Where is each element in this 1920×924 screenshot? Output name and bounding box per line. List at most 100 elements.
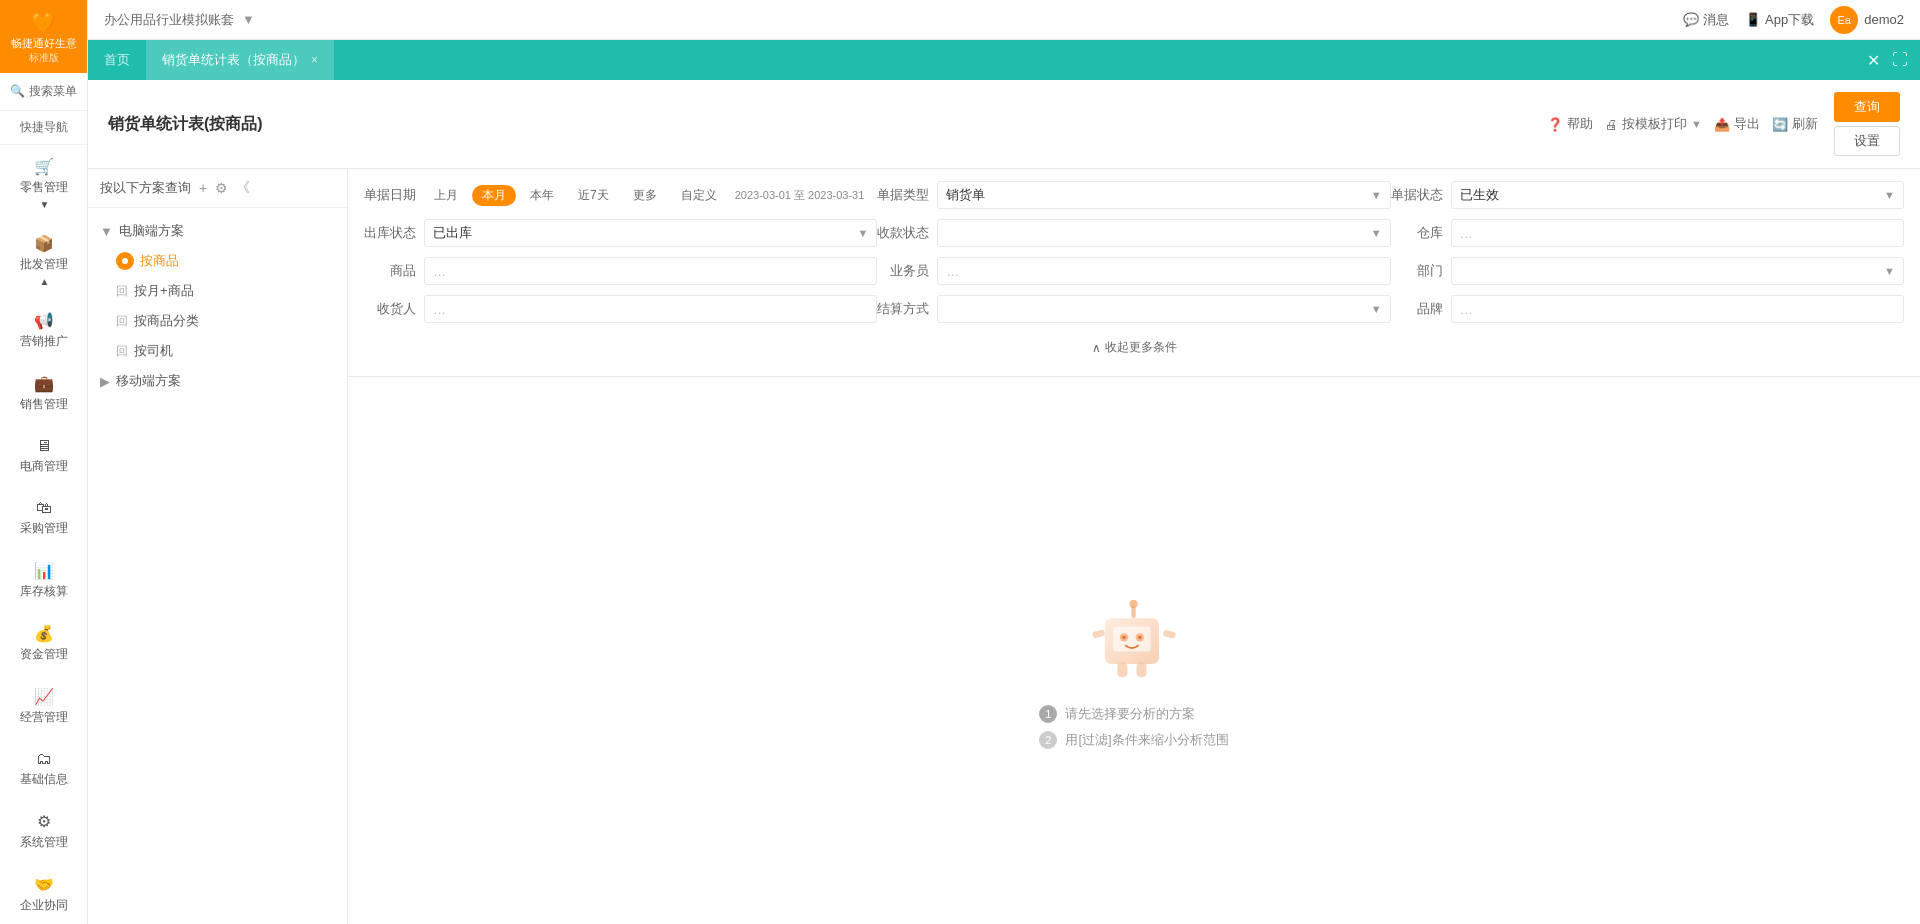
svg-rect-11 [1137,662,1147,677]
refresh-btn[interactable]: 🔄 刷新 [1772,115,1818,133]
doctype-label: 单据类型 [877,186,937,204]
date-tab-custom[interactable]: 自定义 [671,185,727,206]
sidebar-item-finance[interactable]: 💰 资金管理 [0,612,87,675]
scheme-tree: ▼ 电脑端方案 按商品 回 按月+商品 [88,208,347,404]
app-logo[interactable]: 🧡 畅捷通好生意 标准版 [0,0,87,73]
filter-results-area: 单据日期 上月 本月 本年 近7天 更多 自定义 2023-03-01 至 20… [348,169,1920,924]
user-menu[interactable]: Ea demo2 [1830,6,1904,34]
scheme-active-dot [116,252,134,270]
scheme-item-category[interactable]: 回 按商品分类 [104,306,347,336]
scheme-collapse-icon[interactable]: 《 [236,179,250,197]
date-tab-this-month[interactable]: 本月 [472,185,516,206]
sidebar-search[interactable]: 🔍 搜索菜单 [0,73,87,111]
sidebar-item-operations[interactable]: 📈 经营管理 [0,675,87,738]
filter-receiver-cell: 收货人 … [364,295,877,323]
empty-state: 1 请先选择要分析的方案 2 用[过滤]条件来缩小分析范围 [348,377,1920,924]
filter-payment-cell: 收款状态 ▼ [877,219,1390,247]
step-1-text: 请先选择要分析的方案 [1065,705,1195,723]
sidebar-item-purchase[interactable]: 🛍 采购管理 [0,487,87,549]
tab-current-label: 销货单统计表（按商品） [162,51,305,69]
salesperson-label: 业务员 [877,262,937,280]
app-download-btn[interactable]: 📱 App下载 [1745,11,1814,29]
settings-button[interactable]: 设置 [1834,126,1900,156]
export-btn[interactable]: 📤 导出 [1714,115,1760,133]
date-tab-7days[interactable]: 近7天 [568,185,619,206]
system-icon: ⚙ [37,812,51,831]
scheme-item-month-goods[interactable]: 回 按月+商品 [104,276,347,306]
outstatus-select[interactable]: 已出库 ▼ [424,219,877,247]
filter-panel: 单据日期 上月 本月 本年 近7天 更多 自定义 2023-03-01 至 20… [348,169,1920,377]
operations-label: 经营管理 [20,709,68,726]
sidebar-item-retail[interactable]: 🛒 零售管理 ▼ [0,145,87,222]
sidebar-item-basic[interactable]: 🗂 基础信息 [0,738,87,800]
tab-bar: 首页 销货单统计表（按商品） × ✕ ⛶ [88,40,1920,80]
docstatus-select[interactable]: 已生效 ▼ [1451,181,1904,209]
sidebar-item-ecommerce[interactable]: 🖥 电商管理 [0,425,87,487]
dept-select[interactable]: ▼ [1451,257,1904,285]
sidebar-item-wholesale[interactable]: 📦 批发管理 ▲ [0,222,87,299]
receiver-input[interactable]: … [424,295,877,323]
app-label: App下载 [1765,11,1814,29]
filter-date-cell: 单据日期 上月 本月 本年 近7天 更多 自定义 2023-03-01 至 20… [364,181,877,209]
date-tab-more[interactable]: 更多 [623,185,667,206]
scheme-pc-group[interactable]: ▼ 电脑端方案 [88,216,347,246]
date-tab-last-month[interactable]: 上月 [424,185,468,206]
sidebar-item-enterprise[interactable]: 🤝 企业协同 [0,863,87,924]
message-btn[interactable]: 💬 消息 [1683,11,1729,29]
scheme-item-goods[interactable]: 按商品 [104,246,347,276]
tab-current[interactable]: 销货单统计表（按商品） × [146,40,334,80]
collapse-more-btn[interactable]: ∧ 收起更多条件 [364,331,1904,364]
retail-label: 零售管理 [20,179,68,196]
app-name: 畅捷通好生意 [11,37,77,49]
workspace-name: 办公用品行业模拟账套 [104,11,234,29]
doctype-select[interactable]: 销货单 ▼ [937,181,1390,209]
scheme-add-icon[interactable]: + [199,180,207,196]
warehouse-label: 仓库 [1391,224,1451,242]
docstatus-label: 单据状态 [1391,186,1451,204]
scheme-pc-label: 电脑端方案 [119,222,184,240]
paymethod-select[interactable]: ▼ [937,295,1390,323]
tab-home[interactable]: 首页 [88,40,146,80]
scheme-mobile-group[interactable]: ▶ 移动端方案 [88,366,347,396]
wholesale-arrow: ▲ [40,276,50,287]
basic-icon: 🗂 [36,750,52,768]
step-2-text: 用[过滤]条件来缩小分析范围 [1065,731,1228,749]
help-btn[interactable]: ❓ 帮助 [1547,115,1593,133]
filter-outstatus-cell: 出库状态 已出库 ▼ [364,219,877,247]
docstatus-value: 已生效 [1460,186,1499,204]
payment-select[interactable]: ▼ [937,219,1390,247]
sidebar-item-system[interactable]: ⚙ 系统管理 [0,800,87,863]
sidebar-quick-nav[interactable]: 快捷导航 [0,111,87,145]
sidebar-item-sales[interactable]: 💼 销售管理 [0,362,87,425]
main-area: 办公用品行业模拟账套 ▼ 💬 消息 📱 App下载 Ea demo2 首页 销货… [88,0,1920,924]
tab-close-all-btn[interactable]: ✕ [1863,47,1884,74]
warehouse-input[interactable]: … [1451,219,1904,247]
tab-home-label: 首页 [104,51,130,69]
dept-label: 部门 [1391,262,1451,280]
scheme-mobile-label: 移动端方案 [116,372,181,390]
salesperson-input[interactable]: … [937,257,1390,285]
wholesale-icon: 📦 [34,234,54,253]
tab-close-btn[interactable]: × [311,53,318,67]
date-range: 2023-03-01 至 2023-03-31 [735,188,865,203]
tab-maximize-btn[interactable]: ⛶ [1888,47,1912,73]
sidebar-item-inventory[interactable]: 📊 库存核算 [0,549,87,612]
step-num-1: 1 [1039,705,1057,723]
sidebar-item-marketing[interactable]: 📢 营销推广 [0,299,87,362]
step-num-2: 2 [1039,731,1057,749]
date-tab-this-year[interactable]: 本年 [520,185,564,206]
app-icon: 📱 [1745,12,1761,27]
scheme-settings-icon[interactable]: ⚙ [215,180,228,196]
query-button[interactable]: 查询 [1834,92,1900,122]
tab-actions: ✕ ⛶ [1863,47,1920,74]
sales-icon: 💼 [34,374,54,393]
svg-rect-9 [1163,629,1177,639]
print-btn[interactable]: 🖨 按模板打印 ▼ [1605,115,1702,133]
brand-input[interactable]: … [1451,295,1904,323]
date-label: 单据日期 [364,186,424,204]
operations-icon: 📈 [34,687,54,706]
scheme-item-driver[interactable]: 回 按司机 [104,336,347,366]
receiver-label: 收货人 [364,300,424,318]
goods-input[interactable]: … [424,257,877,285]
filter-row-3: 商品 … 业务员 … [364,257,1904,285]
